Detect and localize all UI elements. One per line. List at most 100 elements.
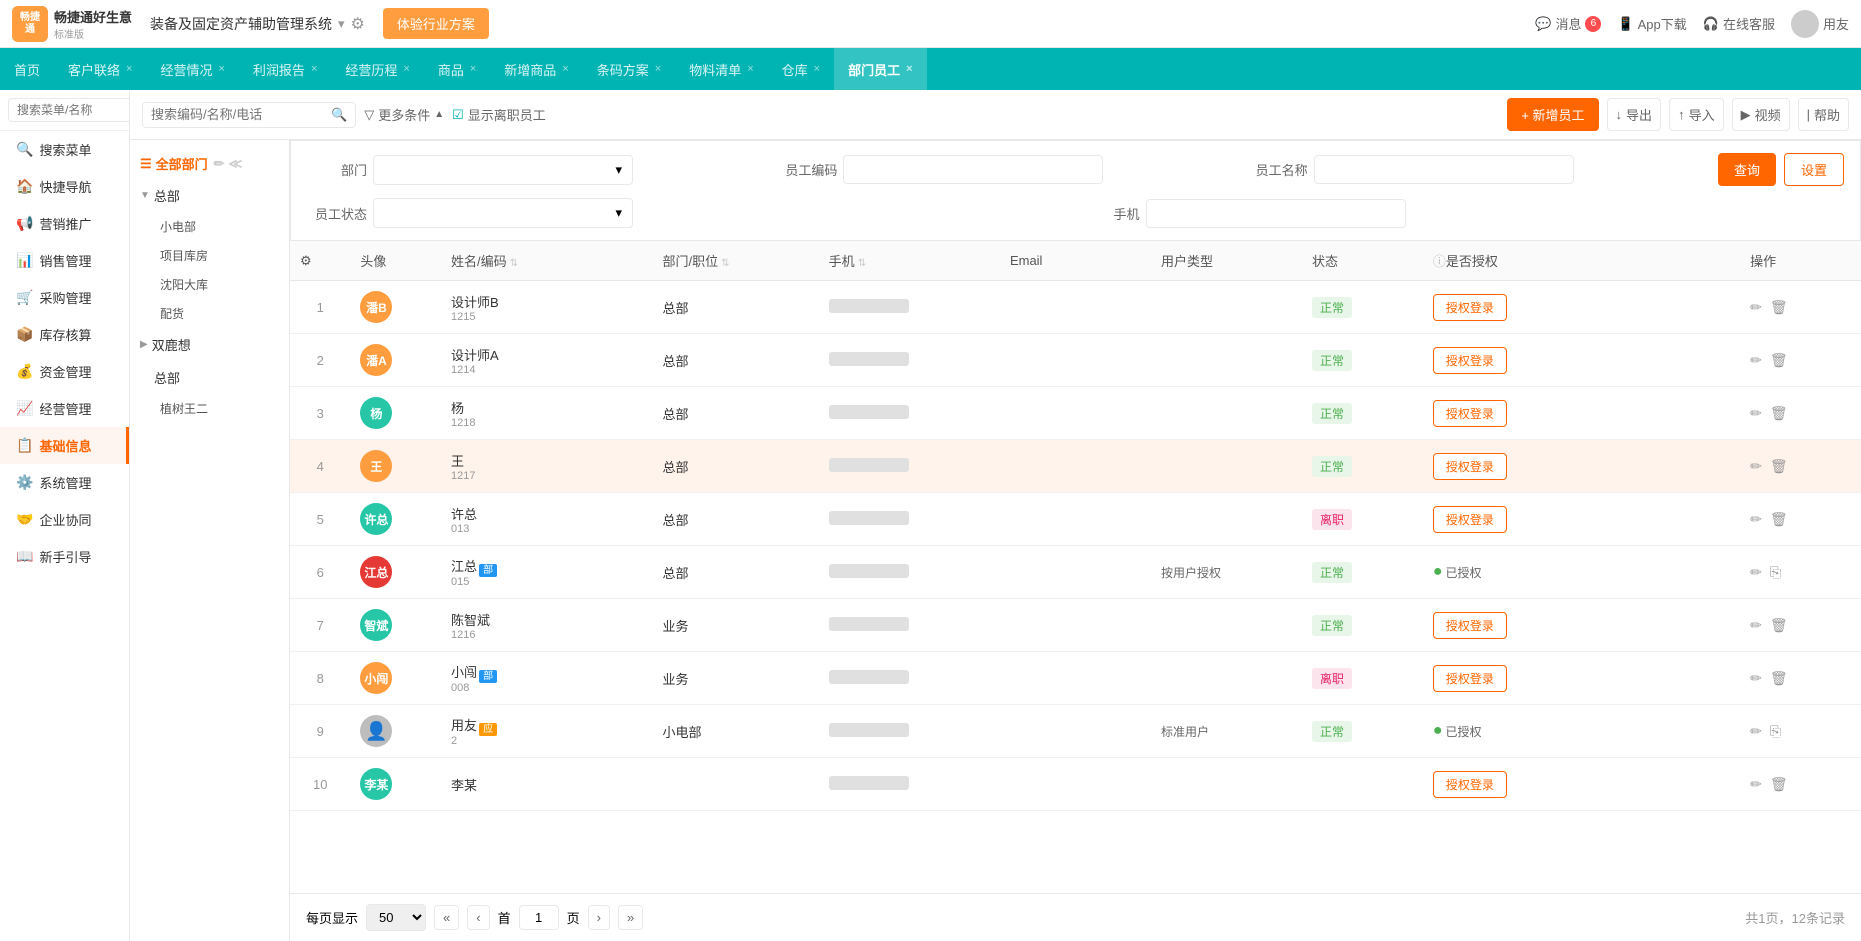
trial-button[interactable]: 体验行业方案	[383, 8, 489, 39]
edit-icon[interactable]: ✏	[1750, 670, 1762, 687]
copy-icon[interactable]: ⎘	[1770, 723, 1781, 740]
edit-icon[interactable]: ✏	[1750, 776, 1762, 793]
export-button[interactable]: ↓ 导出	[1607, 98, 1662, 131]
employee-name-input[interactable]	[1314, 155, 1574, 184]
dept-node-zongbu-root[interactable]: ▼ 总部	[130, 179, 289, 212]
auth-button[interactable]: 授权登录	[1433, 506, 1507, 533]
tab-bom[interactable]: 物料清单×	[675, 48, 767, 90]
page-input[interactable]	[519, 905, 559, 930]
prev-page-button[interactable]: ‹	[467, 905, 489, 930]
show-departed-checkbox[interactable]: ☑ 显示离职员工	[452, 105, 546, 124]
sidebar-item-system[interactable]: ⚙️系统管理	[0, 464, 129, 501]
auth-button[interactable]: 授权登录	[1433, 347, 1507, 374]
close-icon[interactable]: ×	[470, 63, 476, 75]
message-button[interactable]: 💬 消息 6	[1535, 14, 1601, 33]
delete-icon[interactable]: 🗑	[1770, 670, 1788, 687]
delete-icon[interactable]: 🗑	[1770, 352, 1788, 369]
tab-operation[interactable]: 经营情况×	[146, 48, 238, 90]
close-icon[interactable]: ×	[311, 63, 317, 75]
view-button[interactable]: ▶ 视频	[1732, 98, 1790, 131]
edit-icon[interactable]: ✏	[1750, 564, 1762, 581]
edit-icon[interactable]: ✏	[1750, 405, 1762, 422]
edit-icon[interactable]: ✏	[1750, 352, 1762, 369]
user-menu-button[interactable]: 用友	[1791, 10, 1849, 38]
last-page-button[interactable]: »	[618, 905, 643, 930]
delete-icon[interactable]: 🗑	[1770, 617, 1788, 634]
set-button[interactable]: 设置	[1784, 153, 1844, 186]
sidebar-item-biz[interactable]: 📈经营管理	[0, 390, 129, 427]
auth-button[interactable]: 授权登录	[1433, 771, 1507, 798]
online-service-button[interactable]: 🎧 在线客服	[1703, 14, 1775, 33]
sidebar-item-marketing[interactable]: 📢营销推广	[0, 205, 129, 242]
sidebar-item-inventory[interactable]: 📦库存核算	[0, 316, 129, 353]
col-dept[interactable]: 部门/职位⇅	[653, 241, 819, 281]
edit-icon[interactable]: ✏	[1750, 458, 1762, 475]
dept-node-peihuo[interactable]: 配货	[130, 299, 289, 328]
page-size-select[interactable]: 50 100	[366, 904, 426, 931]
dept-node-proj[interactable]: 项目库房	[130, 241, 289, 270]
sidebar-item-nav[interactable]: 🏠快捷导航	[0, 168, 129, 205]
tab-customer[interactable]: 客户联络×	[54, 48, 146, 90]
dept-node-shuanglu[interactable]: ▶ 双鹿想	[130, 328, 289, 361]
close-icon[interactable]: ×	[218, 63, 224, 75]
title-arrow-icon[interactable]: ▾	[338, 16, 345, 32]
settings-icon[interactable]: ⚙	[351, 14, 365, 34]
delete-icon[interactable]: 🗑	[1770, 299, 1788, 316]
tab-home[interactable]: 首页	[0, 48, 54, 90]
sidebar-item-finance[interactable]: 💰资金管理	[0, 353, 129, 390]
delete-icon[interactable]: 🗑	[1770, 458, 1788, 475]
employee-code-input[interactable]	[843, 155, 1103, 184]
auth-button[interactable]: 授权登录	[1433, 665, 1507, 692]
dept-node-xiao[interactable]: 小电部	[130, 212, 289, 241]
add-employee-button[interactable]: + 新增员工	[1507, 98, 1598, 131]
edit-icon[interactable]: ✏	[1750, 617, 1762, 634]
auth-button[interactable]: 授权登录	[1433, 294, 1507, 321]
next-page-button[interactable]: ›	[588, 905, 610, 930]
tab-new-goods[interactable]: 新增商品×	[490, 48, 582, 90]
close-icon[interactable]: ×	[562, 63, 568, 75]
dept-node-zhishu[interactable]: 植树王二	[130, 394, 289, 423]
import-button[interactable]: ↑ 导入	[1669, 98, 1724, 131]
app-download-button[interactable]: 📱 App下载	[1617, 14, 1686, 33]
sidebar-item-purchase[interactable]: 🛒采购管理	[0, 279, 129, 316]
tab-history[interactable]: 经营历程×	[331, 48, 423, 90]
auth-button[interactable]: 授权登录	[1433, 612, 1507, 639]
sidebar-item-guide[interactable]: 📖新手引导	[0, 538, 129, 575]
tab-goods[interactable]: 商品×	[424, 48, 490, 90]
col-phone[interactable]: 手机⇅	[819, 241, 1000, 281]
edit-icon[interactable]: ✏	[214, 156, 225, 172]
close-icon[interactable]: ×	[403, 63, 409, 75]
status-select[interactable]: ▾	[373, 198, 633, 228]
col-settings[interactable]: ⚙	[290, 241, 350, 281]
tab-employees[interactable]: 部门员工×	[834, 48, 926, 90]
sidebar-item-sales[interactable]: 📊销售管理	[0, 242, 129, 279]
auth-button[interactable]: 授权登录	[1433, 453, 1507, 480]
close-icon[interactable]: ×	[126, 63, 132, 75]
phone-input[interactable]	[1146, 199, 1406, 228]
search-input[interactable]	[151, 107, 331, 122]
more-filter-button[interactable]: ▽ 更多条件 ▲	[364, 105, 444, 124]
delete-icon[interactable]: 🗑	[1770, 776, 1788, 793]
first-page-button[interactable]: «	[434, 905, 459, 930]
query-button[interactable]: 查询	[1718, 153, 1776, 186]
help-button[interactable]: | 帮助	[1798, 98, 1849, 131]
copy-icon[interactable]: ⎘	[1770, 564, 1781, 581]
close-icon[interactable]: ×	[655, 63, 661, 75]
dept-select[interactable]: ▾	[373, 155, 633, 185]
close-icon[interactable]: ×	[747, 63, 753, 75]
tab-warehouse[interactable]: 仓库×	[768, 48, 834, 90]
dept-node-shenyang[interactable]: 沈阳大库	[130, 270, 289, 299]
delete-icon[interactable]: 🗑	[1770, 511, 1788, 528]
close-icon[interactable]: ×	[814, 63, 820, 75]
close-icon[interactable]: ×	[906, 63, 912, 75]
edit-icon[interactable]: ✏	[1750, 511, 1762, 528]
tab-profit[interactable]: 利润报告×	[239, 48, 331, 90]
edit-icon[interactable]: ✏	[1750, 723, 1762, 740]
delete-icon[interactable]: 🗑	[1770, 405, 1788, 422]
sidebar-item-search[interactable]: 🔍搜索菜单	[0, 131, 129, 168]
dept-node-zongbu2[interactable]: 总部	[130, 361, 289, 394]
edit-icon[interactable]: ✏	[1750, 299, 1762, 316]
sidebar-item-basic[interactable]: 📋基础信息	[0, 427, 129, 464]
sidebar-item-collab[interactable]: 🤝企业协同	[0, 501, 129, 538]
collapse-icon[interactable]: ≪	[229, 156, 243, 172]
